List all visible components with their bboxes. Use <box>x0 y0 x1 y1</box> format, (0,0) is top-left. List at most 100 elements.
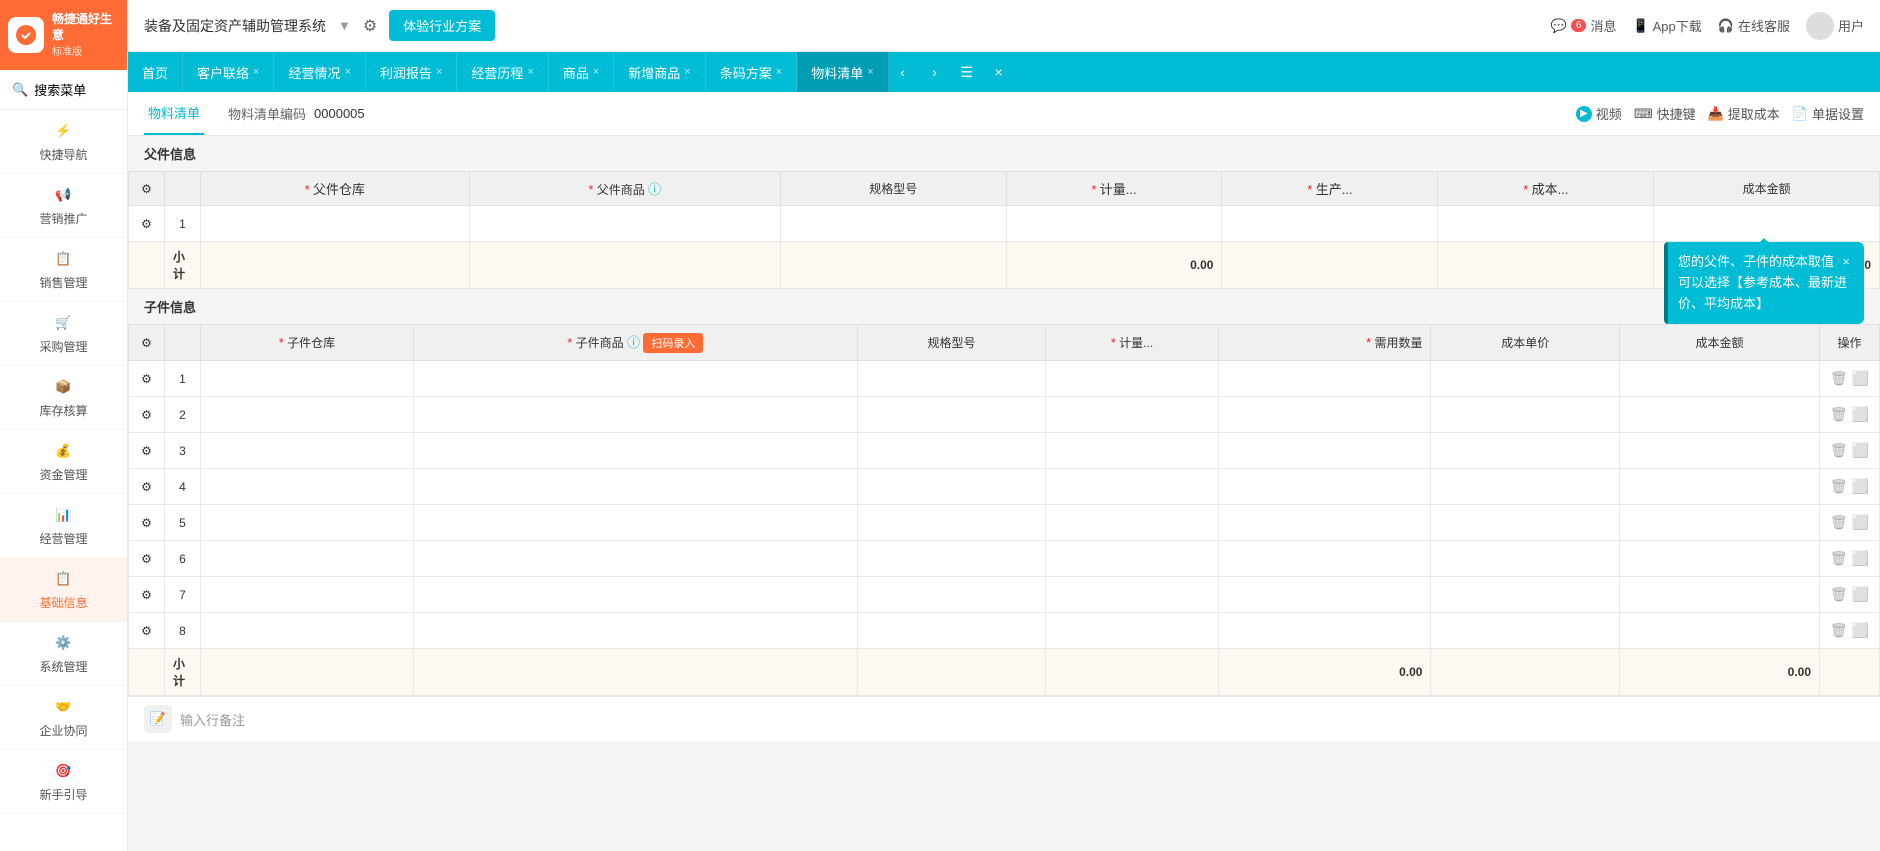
sidebar-search[interactable]: 🔍 搜索菜单 <box>0 70 127 110</box>
child-row-product[interactable] <box>413 397 857 433</box>
child-row-qty[interactable] <box>1218 469 1431 505</box>
copy-icon[interactable]: ⬜ <box>1852 442 1869 459</box>
nav-prev-btn[interactable]: ‹ <box>889 58 917 86</box>
page-tab-bom[interactable]: 物料清单 <box>144 92 204 135</box>
child-row-unit[interactable] <box>1046 361 1218 397</box>
child-row-unit[interactable] <box>1046 613 1218 649</box>
child-row-warehouse[interactable] <box>201 433 414 469</box>
delete-icon[interactable]: 🗑 <box>1830 622 1848 639</box>
tab-bom[interactable]: 物料清单 × <box>797 52 888 92</box>
close-icon[interactable]: × <box>253 66 259 78</box>
child-row-product[interactable] <box>413 469 857 505</box>
tab-new-product[interactable]: 新增商品 × <box>614 52 705 92</box>
sidebar-item-purchase[interactable]: 🛒 采购管理 <box>0 302 127 366</box>
tab-history[interactable]: 经营历程 × <box>457 52 548 92</box>
child-row-qty[interactable] <box>1218 505 1431 541</box>
child-row-qty[interactable] <box>1218 577 1431 613</box>
delete-icon[interactable]: 🗑 <box>1830 514 1848 531</box>
child-row-warehouse[interactable] <box>201 469 414 505</box>
child-row-unit[interactable] <box>1046 505 1218 541</box>
sidebar-item-inventory[interactable]: 📦 库存核算 <box>0 366 127 430</box>
sidebar-item-system[interactable]: ⚙️ 系统管理 <box>0 622 127 686</box>
child-row-qty[interactable] <box>1218 433 1431 469</box>
child-row-qty[interactable] <box>1218 541 1431 577</box>
child-row-unit-cost[interactable] <box>1431 433 1620 469</box>
child-row-product[interactable] <box>413 505 857 541</box>
child-row-product[interactable] <box>413 613 857 649</box>
child-row-warehouse[interactable] <box>201 613 414 649</box>
delete-icon[interactable]: 🗑 <box>1830 586 1848 603</box>
child-row-product[interactable] <box>413 541 857 577</box>
child-row-warehouse[interactable] <box>201 397 414 433</box>
child-row-unit-cost[interactable] <box>1431 505 1620 541</box>
trial-btn[interactable]: 体验行业方案 <box>389 10 495 41</box>
child-row-product[interactable] <box>413 433 857 469</box>
extract-cost-action[interactable]: 📥 提取成本 <box>1708 104 1780 123</box>
copy-icon[interactable]: ⬜ <box>1852 478 1869 495</box>
close-icon[interactable]: × <box>684 66 690 78</box>
tab-operations-status[interactable]: 经营情况 × <box>274 52 365 92</box>
copy-icon[interactable]: ⬜ <box>1852 370 1869 387</box>
tab-products[interactable]: 商品 × <box>549 52 614 92</box>
scan-btn[interactable]: 扫码录入 <box>643 333 703 353</box>
sidebar-item-finance[interactable]: 💰 资金管理 <box>0 430 127 494</box>
copy-icon[interactable]: ⬜ <box>1852 514 1869 531</box>
parent-row-product[interactable] <box>469 206 780 242</box>
nav-next-btn[interactable]: › <box>921 58 949 86</box>
single-setting-action[interactable]: 📄 单据设置 <box>1792 104 1864 123</box>
child-row-qty[interactable] <box>1218 397 1431 433</box>
close-icon[interactable]: × <box>593 66 599 78</box>
tab-barcode[interactable]: 条码方案 × <box>706 52 797 92</box>
child-row-unit[interactable] <box>1046 469 1218 505</box>
child-row-spec[interactable] <box>857 397 1046 433</box>
sidebar-item-sales[interactable]: 📋 销售管理 <box>0 238 127 302</box>
settings-icon[interactable]: ⚙ <box>363 16 377 36</box>
child-row-qty[interactable] <box>1218 613 1431 649</box>
child-row-unit-cost[interactable] <box>1431 577 1620 613</box>
child-row-product[interactable] <box>413 577 857 613</box>
child-row-warehouse[interactable] <box>201 577 414 613</box>
child-row-unit[interactable] <box>1046 433 1218 469</box>
close-icon[interactable]: × <box>436 66 442 78</box>
child-row-spec[interactable] <box>857 505 1046 541</box>
child-row-spec[interactable] <box>857 469 1046 505</box>
close-icon[interactable]: × <box>776 66 782 78</box>
sidebar-item-collab[interactable]: 🤝 企业协同 <box>0 686 127 750</box>
sidebar-item-marketing[interactable]: 📢 营销推广 <box>0 174 127 238</box>
sidebar-item-basics[interactable]: 📋 基础信息 <box>0 558 127 622</box>
shortcut-action[interactable]: ⌨ 快捷键 <box>1634 104 1696 123</box>
child-row-spec[interactable] <box>857 541 1046 577</box>
online-service-btn[interactable]: 🎧 在线客服 <box>1718 16 1790 35</box>
add-row-icon[interactable]: 📝 <box>144 705 172 733</box>
copy-icon[interactable]: ⬜ <box>1852 586 1869 603</box>
tooltip-close-btn[interactable]: × <box>1842 252 1850 273</box>
delete-icon[interactable]: 🗑 <box>1830 406 1848 423</box>
tab-profit[interactable]: 利润报告 × <box>366 52 457 92</box>
child-row-qty[interactable] <box>1218 361 1431 397</box>
delete-icon[interactable]: 🗑 <box>1830 550 1848 567</box>
child-row-unit[interactable] <box>1046 577 1218 613</box>
copy-icon[interactable]: ⬜ <box>1852 622 1869 639</box>
child-row-unit-cost[interactable] <box>1431 397 1620 433</box>
child-row-warehouse[interactable] <box>201 505 414 541</box>
child-row-unit-cost[interactable] <box>1431 613 1620 649</box>
parent-row-unit[interactable] <box>1006 206 1222 242</box>
parent-row-produce[interactable] <box>1222 206 1438 242</box>
parent-row-warehouse[interactable] <box>201 206 470 242</box>
message-btn[interactable]: 💬 6 消息 <box>1551 16 1617 35</box>
child-row-spec[interactable] <box>857 577 1046 613</box>
child-row-spec[interactable] <box>857 361 1046 397</box>
parent-row-spec[interactable] <box>780 206 1006 242</box>
view-action[interactable]: ▶ 视频 <box>1576 104 1622 123</box>
sidebar-item-quick-nav[interactable]: ⚡ 快捷导航 <box>0 110 127 174</box>
nav-close-btn[interactable]: × <box>985 58 1013 86</box>
child-row-unit-cost[interactable] <box>1431 469 1620 505</box>
app-download-btn[interactable]: 📱 App下载 <box>1632 16 1701 35</box>
nav-menu-btn[interactable]: ☰ <box>953 58 981 86</box>
copy-icon[interactable]: ⬜ <box>1852 550 1869 567</box>
child-row-unit[interactable] <box>1046 541 1218 577</box>
child-row-product[interactable] <box>413 361 857 397</box>
close-icon[interactable]: × <box>344 66 350 78</box>
close-icon[interactable]: × <box>527 66 533 78</box>
delete-icon[interactable]: 🗑 <box>1830 478 1848 495</box>
